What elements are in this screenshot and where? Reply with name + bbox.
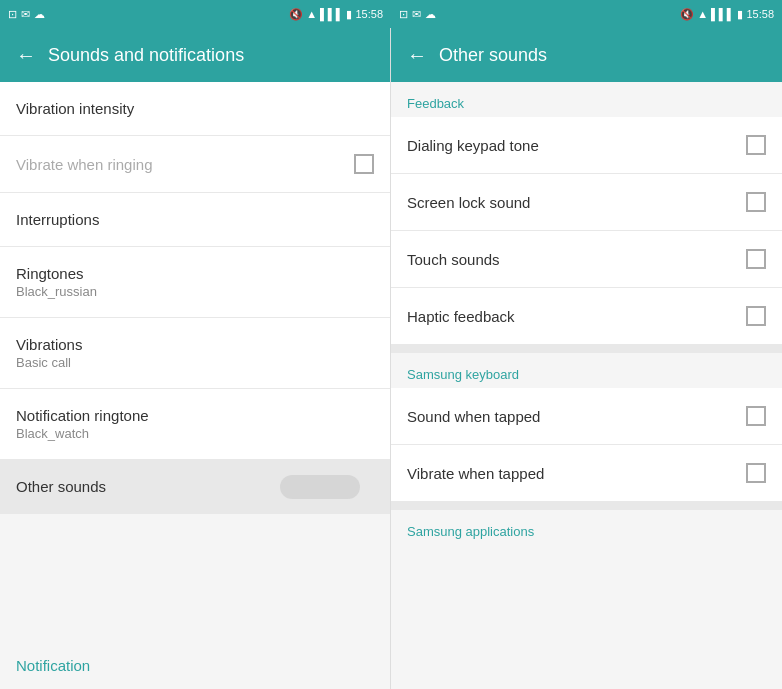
signal-icon: ▌▌▌ — [320, 8, 343, 20]
section-divider-2 — [391, 502, 782, 510]
vibrations-subtitle: Basic call — [16, 355, 374, 370]
status-icons-left: ⊡ ✉ ☁ — [8, 8, 45, 21]
right-back-button[interactable]: ← — [407, 44, 427, 67]
menu-item-interruptions[interactable]: Interruptions — [0, 193, 390, 247]
touch-sounds-label: Touch sounds — [407, 251, 500, 268]
status-icons-right-right-panel: 🔇 ▲ ▌▌▌ ▮ 15:58 — [680, 8, 774, 21]
vibrations-label: Vibrations — [16, 336, 374, 353]
vibrate-when-tapped-checkbox[interactable] — [746, 463, 766, 483]
status-bar-right: ⊡ ✉ ☁ 🔇 ▲ ▌▌▌ ▮ 15:58 — [391, 0, 782, 28]
time-left: 15:58 — [355, 8, 383, 20]
notification-icon-r1: ⊡ — [399, 8, 408, 21]
haptic-feedback-checkbox[interactable] — [746, 306, 766, 326]
notification-link[interactable]: Notification — [16, 657, 90, 674]
left-footer-section: Notification — [0, 643, 390, 689]
left-panel-title: Sounds and notifications — [48, 45, 244, 66]
notification-icon-r2: ✉ — [412, 8, 421, 21]
haptic-feedback-label: Haptic feedback — [407, 308, 515, 325]
screens-container: ← Sounds and notifications Vibration int… — [0, 28, 782, 689]
time-right: 15:58 — [746, 8, 774, 20]
screen-lock-sound-label: Screen lock sound — [407, 194, 530, 211]
vibrate-when-tapped-label: Vibrate when tapped — [407, 465, 544, 482]
status-bar-left: ⊡ ✉ ☁ 🔇 ▲ ▌▌▌ ▮ 15:58 — [0, 0, 391, 28]
battery-icon-r: ▮ — [737, 8, 743, 21]
feedback-section-label: Feedback — [391, 82, 782, 117]
samsung-applications-section-label: Samsung applications — [391, 510, 782, 545]
notification-ringtone-subtitle: Black_watch — [16, 426, 374, 441]
menu-item-vibration-intensity[interactable]: Vibration intensity — [0, 82, 390, 136]
notification-icon-1: ⊡ — [8, 8, 17, 21]
touch-sounds-checkbox[interactable] — [746, 249, 766, 269]
screen-lock-sound-checkbox[interactable] — [746, 192, 766, 212]
menu-item-vibrate-when-ringing[interactable]: Vibrate when ringing — [0, 136, 390, 193]
sound-when-tapped-checkbox[interactable] — [746, 406, 766, 426]
wifi-icon-r: ▲ — [697, 8, 708, 20]
left-top-bar: ← Sounds and notifications — [0, 28, 390, 82]
vibration-intensity-label: Vibration intensity — [16, 100, 374, 117]
haptic-feedback-item[interactable]: Haptic feedback — [391, 288, 782, 345]
touch-sounds-item[interactable]: Touch sounds — [391, 231, 782, 288]
right-panel: ← Other sounds Feedback Dialing keypad t… — [391, 28, 782, 689]
menu-item-notification-ringtone[interactable]: Notification ringtone Black_watch — [0, 389, 390, 460]
wifi-icon: ▲ — [306, 8, 317, 20]
left-spacer — [0, 514, 390, 643]
vibrate-when-ringing-checkbox[interactable] — [354, 154, 374, 174]
samsung-keyboard-section-label: Samsung keyboard — [391, 353, 782, 388]
sound-when-tapped-label: Sound when tapped — [407, 408, 540, 425]
ringtones-subtitle: Black_russian — [16, 284, 374, 299]
status-icons-right-left: ⊡ ✉ ☁ — [399, 8, 436, 21]
battery-icon: ▮ — [346, 8, 352, 21]
notification-icon-r3: ☁ — [425, 8, 436, 21]
sound-when-tapped-item[interactable]: Sound when tapped — [391, 388, 782, 445]
dialing-keypad-tone-label: Dialing keypad tone — [407, 137, 539, 154]
notification-icon-3: ☁ — [34, 8, 45, 21]
right-panel-title: Other sounds — [439, 45, 547, 66]
menu-item-ringtones[interactable]: Ringtones Black_russian — [0, 247, 390, 318]
right-top-bar: ← Other sounds — [391, 28, 782, 82]
interruptions-label: Interruptions — [16, 211, 374, 228]
right-panel-content: Feedback Dialing keypad tone Screen lock… — [391, 82, 782, 689]
notification-ringtone-label: Notification ringtone — [16, 407, 374, 424]
vibrate-when-tapped-item[interactable]: Vibrate when tapped — [391, 445, 782, 502]
menu-item-vibrations[interactable]: Vibrations Basic call — [0, 318, 390, 389]
dialing-keypad-tone-checkbox[interactable] — [746, 135, 766, 155]
screen-lock-sound-item[interactable]: Screen lock sound — [391, 174, 782, 231]
menu-item-other-sounds[interactable]: Other sounds — [0, 460, 390, 514]
section-divider-1 — [391, 345, 782, 353]
left-back-button[interactable]: ← — [16, 44, 36, 67]
signal-icon-r: ▌▌▌ — [711, 8, 734, 20]
left-panel: ← Sounds and notifications Vibration int… — [0, 28, 391, 689]
status-bar: ⊡ ✉ ☁ 🔇 ▲ ▌▌▌ ▮ 15:58 ⊡ ✉ ☁ 🔇 ▲ ▌▌▌ ▮ 15… — [0, 0, 782, 28]
scroll-indicator — [280, 475, 360, 499]
status-icons-right-left-panel: 🔇 ▲ ▌▌▌ ▮ 15:58 — [289, 8, 383, 21]
mute-icon-r: 🔇 — [680, 8, 694, 21]
notification-icon-2: ✉ — [21, 8, 30, 21]
mute-icon: 🔇 — [289, 8, 303, 21]
dialing-keypad-tone-item[interactable]: Dialing keypad tone — [391, 117, 782, 174]
vibrate-when-ringing-label: Vibrate when ringing — [16, 156, 152, 173]
ringtones-label: Ringtones — [16, 265, 374, 282]
